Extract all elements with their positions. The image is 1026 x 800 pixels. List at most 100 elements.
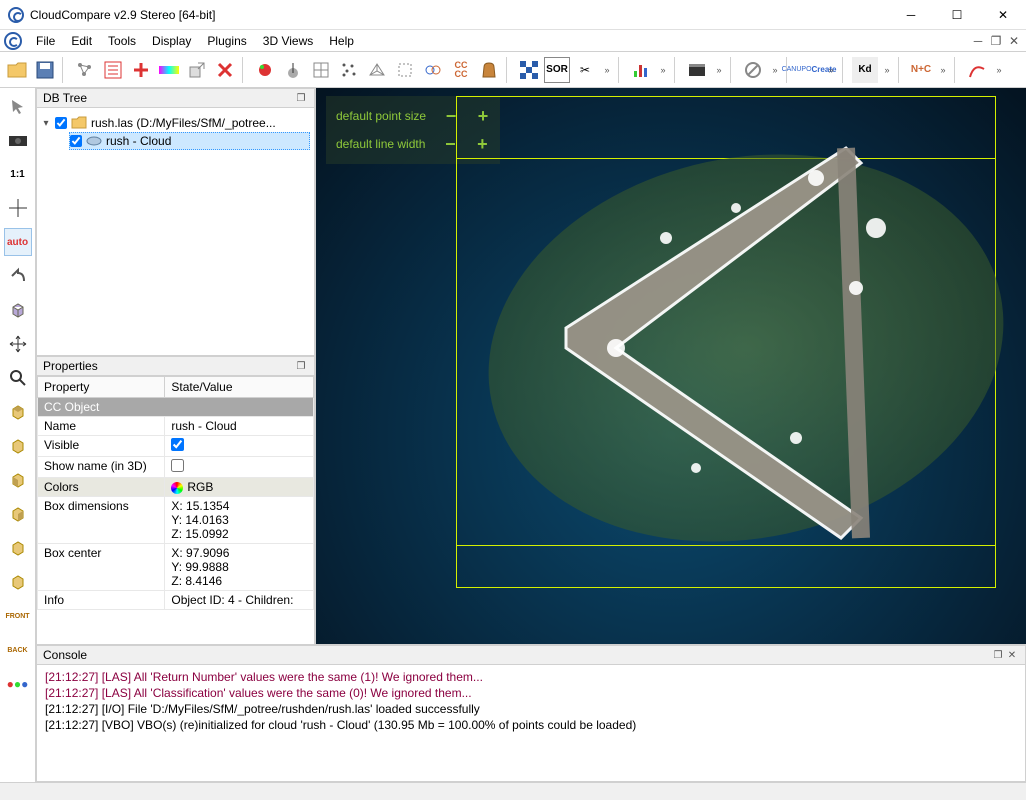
cube-icon[interactable] (4, 296, 32, 324)
console-panel: Console ❐ ✕ [21:12:27] [LAS] All 'Return… (36, 644, 1026, 782)
console-body[interactable]: [21:12:27] [LAS] All 'Return Number' val… (36, 665, 1026, 782)
kd-icon[interactable]: Kd (852, 57, 878, 83)
console-header: Console ❐ ✕ (36, 645, 1026, 665)
scale-1-1-icon[interactable]: 1:1 (4, 160, 32, 188)
toolbar-overflow-4[interactable]: » (768, 65, 782, 75)
folder-icon (71, 116, 87, 130)
dbtree-float-icon[interactable]: ❐ (294, 91, 308, 105)
rgb-icon (171, 482, 183, 494)
points-icon[interactable] (336, 57, 362, 83)
crosshair-icon[interactable] (4, 194, 32, 222)
app-icon (8, 7, 24, 23)
checker-icon[interactable] (516, 57, 542, 83)
view-bottom-icon[interactable] (4, 432, 32, 460)
toolbar-overflow-8[interactable]: » (992, 65, 1006, 75)
sor-icon[interactable]: SOR (544, 57, 570, 83)
prop-section: CC Object (38, 398, 314, 417)
bag-icon[interactable] (476, 57, 502, 83)
prop-name-k: Name (38, 417, 165, 436)
toolbar-overflow-6[interactable]: » (880, 65, 894, 75)
toolbar-overflow-2[interactable]: » (656, 65, 670, 75)
delete-icon[interactable] (212, 57, 238, 83)
mdi-close-icon[interactable]: ✕ (1006, 33, 1022, 49)
move-icon[interactable] (4, 330, 32, 358)
pick-tool-icon[interactable] (4, 92, 32, 120)
view-front-text-icon[interactable]: FRONT (4, 602, 32, 630)
save-icon[interactable] (32, 57, 58, 83)
prop-colors-v: RGB (187, 480, 213, 494)
console-line: [21:12:27] [LAS] All 'Classification' va… (45, 685, 1017, 701)
maximize-button[interactable]: ☐ (934, 0, 980, 30)
prop-visible-k: Visible (38, 436, 165, 457)
menu-plugins[interactable]: Plugins (199, 32, 254, 50)
properties-float-icon[interactable]: ❐ (294, 359, 308, 373)
view-left-icon[interactable] (4, 534, 32, 562)
prop-name-v: rush - Cloud (165, 417, 314, 436)
mdi-restore-icon[interactable]: ❐ (988, 33, 1004, 49)
main-toolbar: CCCC SOR ✂ » » » » CANUPOCreate » Kd » N… (0, 52, 1026, 88)
tree-child-label: rush - Cloud (106, 134, 171, 148)
toolbar-overflow-5[interactable]: » (824, 65, 838, 75)
camera-icon[interactable] (4, 126, 32, 154)
mdi-minimize-icon[interactable]: ─ (970, 33, 986, 49)
mesh-icon[interactable] (364, 57, 390, 83)
curve-icon[interactable] (964, 57, 990, 83)
pick-points-icon[interactable] (72, 57, 98, 83)
magnify-icon[interactable] (4, 364, 32, 392)
tree-root-check[interactable] (55, 117, 67, 129)
tree-child-row[interactable]: rush - Cloud (69, 132, 310, 150)
open-icon[interactable] (4, 57, 30, 83)
view-front-icon[interactable] (4, 466, 32, 494)
cloud-icon (86, 134, 102, 148)
nc-icon[interactable]: N+C (908, 57, 934, 83)
menu-app-icon (4, 32, 22, 50)
menu-help[interactable]: Help (321, 32, 362, 50)
tree-root-row[interactable]: ▾ rush.las (D:/MyFiles/SfM/_potree... (41, 114, 310, 132)
menu-tools[interactable]: Tools (100, 32, 144, 50)
console-line: [21:12:27] [VBO] VBO(s) (re)initialized … (45, 717, 1017, 733)
histogram-icon[interactable] (628, 57, 654, 83)
add-icon[interactable] (128, 57, 154, 83)
prop-boxcenter-v: X: 97.9096Y: 99.9888Z: 8.4146 (165, 544, 314, 591)
menu-display[interactable]: Display (144, 32, 199, 50)
normals-icon[interactable] (280, 57, 306, 83)
fit-icon[interactable] (392, 57, 418, 83)
disable-icon[interactable] (740, 57, 766, 83)
tree-root-label: rush.las (D:/MyFiles/SfM/_potree... (91, 116, 276, 130)
dbtree-header: DB Tree ❐ (36, 88, 315, 108)
menu-edit[interactable]: Edit (63, 32, 100, 50)
dbtree-panel: DB Tree ❐ ▾ rush.las (D:/MyFiles/SfM/_po… (36, 88, 315, 356)
menu-file[interactable]: File (28, 32, 63, 50)
rotate-icon[interactable] (4, 262, 32, 290)
console-title: Console (43, 648, 87, 662)
more-icon[interactable]: ●●● (4, 670, 32, 698)
view-top-icon[interactable] (4, 398, 32, 426)
console-close-icon[interactable]: ✕ (1005, 648, 1019, 662)
prop-showname-check[interactable] (171, 459, 184, 472)
view-back-text-icon[interactable]: BACK (4, 636, 32, 664)
scissors-icon[interactable]: ✂ (572, 57, 598, 83)
colorbar-icon[interactable] (156, 57, 182, 83)
movie-icon[interactable] (684, 57, 710, 83)
list-icon[interactable] (100, 57, 126, 83)
close-button[interactable]: ✕ (980, 0, 1026, 30)
minimize-button[interactable]: ─ (888, 0, 934, 30)
view-back-icon[interactable] (4, 500, 32, 528)
register-icon[interactable] (420, 57, 446, 83)
collapse-icon[interactable]: ▾ (41, 118, 51, 129)
toolbar-overflow-1[interactable]: » (600, 65, 614, 75)
console-float-icon[interactable]: ❐ (991, 648, 1005, 662)
tree-child-check[interactable] (70, 135, 82, 147)
cc-label-icon[interactable]: CCCC (448, 57, 474, 83)
octree-icon[interactable] (308, 57, 334, 83)
export-icon[interactable] (184, 57, 210, 83)
auto-icon[interactable]: auto (4, 228, 32, 256)
toolbar-overflow-7[interactable]: » (936, 65, 950, 75)
view-right-icon[interactable] (4, 568, 32, 596)
menu-3dviews[interactable]: 3D Views (255, 32, 321, 50)
prop-visible-check[interactable] (171, 438, 184, 451)
cloud-color-icon[interactable] (252, 57, 278, 83)
toolbar-overflow-3[interactable]: » (712, 65, 726, 75)
canupo-icon[interactable]: CANUPOCreate (796, 57, 822, 83)
dbtree[interactable]: ▾ rush.las (D:/MyFiles/SfM/_potree... ru… (36, 108, 315, 356)
